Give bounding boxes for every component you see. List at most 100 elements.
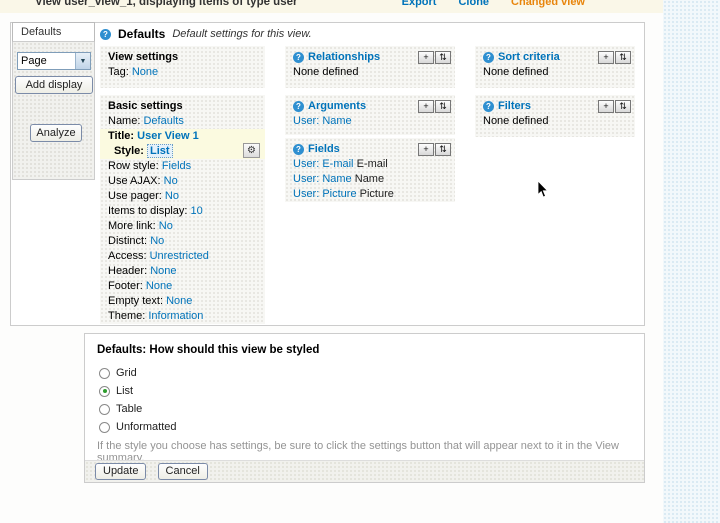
help-icon[interactable]: ? (293, 144, 304, 155)
sort-criteria-actions: + ⇅ (598, 51, 631, 64)
display-type-value: Page (18, 55, 75, 67)
name-value-link[interactable]: Defaults (143, 115, 183, 127)
page-background-panel (663, 0, 720, 523)
distinct-value-link[interactable]: No (150, 235, 164, 247)
rearrange-icon[interactable]: ⇅ (435, 143, 451, 156)
footer-value-link[interactable]: None (146, 280, 172, 292)
style-edit-form: Defaults: How should this view be styled… (84, 333, 645, 483)
views-edit-page: View user_view_1, displaying items of ty… (0, 0, 720, 523)
style-value-link[interactable]: List (147, 144, 173, 158)
filters-title-link[interactable]: Filters (498, 99, 531, 114)
page-header-bar: View user_view_1, displaying items of ty… (0, 0, 663, 13)
access-value-link[interactable]: Unrestricted (150, 250, 209, 262)
setting-row-theme: Theme: Information (108, 309, 261, 324)
relationships-title-link[interactable]: Relationships (308, 50, 380, 65)
chevron-down-icon: ▼ (75, 53, 90, 69)
arguments-title-link[interactable]: Arguments (308, 99, 366, 114)
radio-option-list[interactable]: List (99, 385, 133, 397)
radio-option-table[interactable]: Table (99, 403, 142, 415)
fields-actions: + ⇅ (418, 143, 451, 156)
setting-row-use-ajax: Use AJAX: No (108, 174, 261, 189)
add-icon[interactable]: + (598, 100, 614, 113)
setting-row-name: Name: Defaults (108, 114, 261, 129)
tag-value-link[interactable]: None (132, 66, 158, 78)
header-value-link[interactable]: None (150, 265, 176, 277)
rearrange-icon[interactable]: ⇅ (435, 100, 451, 113)
radio-label: Unformatted (116, 421, 177, 433)
arguments-actions: + ⇅ (418, 100, 451, 113)
view-settings-title: View settings (108, 50, 261, 65)
setting-row-style: Style: List ⚙ (100, 144, 265, 159)
view-title: View user_view_1, displaying items of ty… (35, 0, 297, 8)
help-icon[interactable]: ? (293, 101, 304, 112)
rearrange-icon[interactable]: ⇅ (615, 51, 631, 64)
radio-icon[interactable] (99, 386, 110, 397)
add-display-button[interactable]: Add display (15, 76, 93, 94)
field-item: User: Picture Picture (293, 187, 451, 202)
fields-box: ? Fields + ⇅ User: E-mail E-mail User: N… (285, 138, 455, 202)
display-sidebar: Page ▼ Add display Analyze (12, 42, 95, 180)
radio-icon[interactable] (99, 422, 110, 433)
header-links: Export Clone Changed view (402, 0, 585, 8)
row-style-value-link[interactable]: Fields (162, 160, 191, 172)
fields-title-link[interactable]: Fields (308, 142, 340, 157)
clone-link[interactable]: Clone (458, 0, 489, 8)
add-icon[interactable]: + (418, 100, 434, 113)
style-settings-gear-button[interactable]: ⚙ (243, 143, 260, 158)
basic-settings-title: Basic settings (108, 99, 261, 114)
use-ajax-value-link[interactable]: No (164, 175, 178, 187)
add-icon[interactable]: + (418, 143, 434, 156)
changed-view-link[interactable]: Changed view (511, 0, 585, 8)
sort-criteria-box: ? Sort criteria + ⇅ None defined (475, 46, 635, 88)
display-header-title: Defaults (118, 27, 165, 41)
filters-header: ? Filters + ⇅ (483, 99, 631, 114)
form-title: Defaults: How should this view be styled (97, 344, 319, 356)
display-header: ? Defaults Default settings for this vie… (100, 27, 312, 41)
help-icon[interactable]: ? (483, 52, 494, 63)
display-header-description: Default settings for this view. (172, 28, 311, 40)
help-icon[interactable]: ? (293, 52, 304, 63)
fields-header: ? Fields + ⇅ (293, 142, 451, 157)
theme-value-link[interactable]: Information (148, 310, 203, 322)
relationships-actions: + ⇅ (418, 51, 451, 64)
radio-icon[interactable] (99, 368, 110, 379)
radio-option-grid[interactable]: Grid (99, 367, 137, 379)
field-picture-link[interactable]: User: Picture (293, 188, 357, 200)
field-email-link[interactable]: User: E-mail (293, 158, 354, 170)
radio-option-unformatted[interactable]: Unformatted (99, 421, 177, 433)
field-name-link[interactable]: User: Name (293, 173, 352, 185)
items-to-display-value-link[interactable]: 10 (191, 205, 203, 217)
analyze-button[interactable]: Analyze (30, 124, 82, 142)
empty-text-value-link[interactable]: None (166, 295, 192, 307)
add-icon[interactable]: + (598, 51, 614, 64)
setting-row-title: Title: User View 1 (100, 129, 265, 144)
help-icon[interactable]: ? (100, 29, 111, 40)
field-item: User: Name Name (293, 172, 451, 187)
sort-criteria-title-link[interactable]: Sort criteria (498, 50, 560, 65)
update-button[interactable]: Update (95, 463, 146, 480)
filters-actions: + ⇅ (598, 100, 631, 113)
relationships-header: ? Relationships + ⇅ (293, 50, 451, 65)
add-icon[interactable]: + (418, 51, 434, 64)
radio-label: List (116, 385, 133, 397)
radio-icon[interactable] (99, 404, 110, 415)
relationships-box: ? Relationships + ⇅ None defined (285, 46, 455, 88)
help-icon[interactable]: ? (483, 101, 494, 112)
argument-user-name-link[interactable]: User: Name (293, 115, 352, 127)
rearrange-icon[interactable]: ⇅ (615, 100, 631, 113)
display-type-select[interactable]: Page ▼ (17, 52, 91, 70)
cancel-button[interactable]: Cancel (158, 463, 208, 480)
argument-item: User: Name (293, 114, 451, 129)
more-link-value-link[interactable]: No (159, 220, 173, 232)
tab-defaults[interactable]: Defaults (12, 22, 95, 42)
title-value-link[interactable]: User View 1 (137, 130, 199, 142)
setting-row-footer: Footer: None (108, 279, 261, 294)
use-pager-value-link[interactable]: No (165, 190, 179, 202)
mouse-cursor (537, 180, 549, 199)
export-link[interactable]: Export (402, 0, 437, 8)
setting-row-more-link: More link: No (108, 219, 261, 234)
rearrange-icon[interactable]: ⇅ (435, 51, 451, 64)
setting-row-empty-text: Empty text: None (108, 294, 261, 309)
form-buttons-strip: Update Cancel (85, 460, 644, 482)
setting-row-row-style: Row style: Fields (108, 159, 261, 174)
